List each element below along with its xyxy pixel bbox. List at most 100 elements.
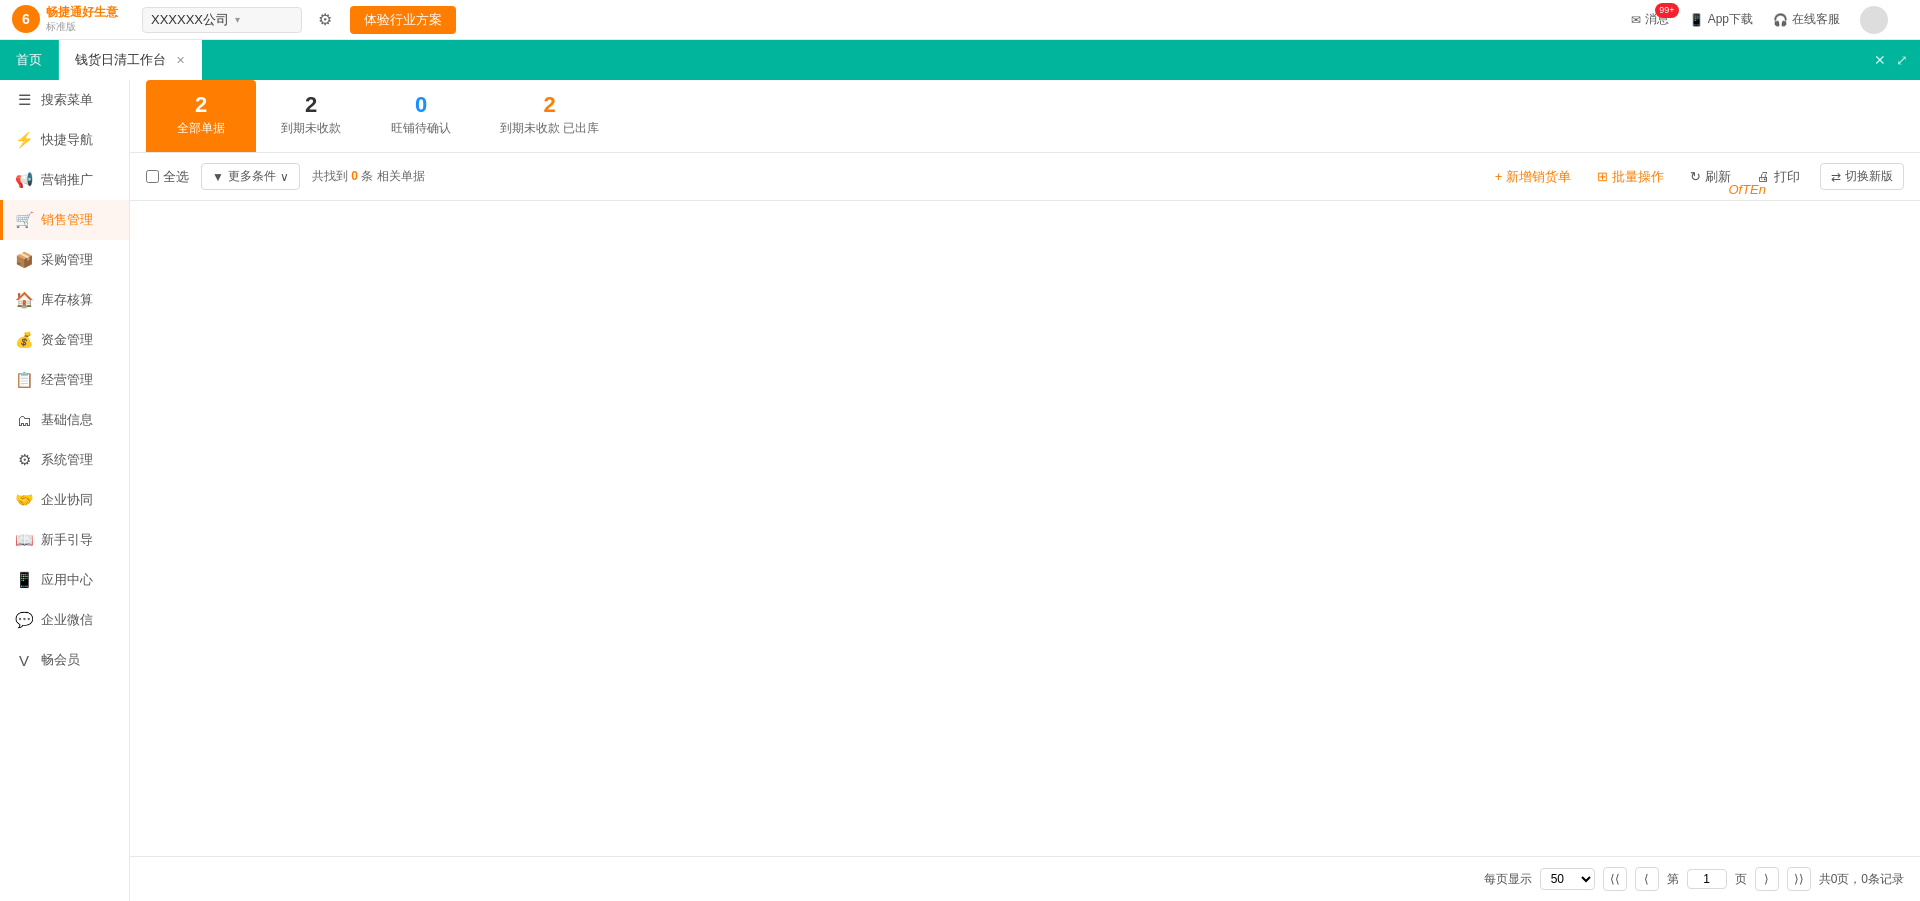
page-last-button[interactable]: ⟩⟩ <box>1787 867 1811 891</box>
logo-text: 畅捷通好生意 <box>46 5 118 19</box>
purchase-icon: 📦 <box>15 251 33 269</box>
sidebar-label-sales: 销售管理 <box>41 211 93 229</box>
sidebar-label-wechat: 企业微信 <box>41 611 93 629</box>
add-sale-button[interactable]: + 新增销货单 <box>1489 164 1577 190</box>
tab-home[interactable]: 首页 <box>0 40 59 80</box>
collab-icon: 🤝 <box>15 491 33 509</box>
page-suffix: 页 <box>1735 871 1747 888</box>
found-count: 0 <box>351 169 358 183</box>
toolbar-right: + 新增销货单 ⊞ 批量操作 ↻ 刷新 🖨 打印 ⇄ 切换新版 <box>1489 163 1904 190</box>
sidebar-item-appcenter[interactable]: 📱 应用中心 <box>0 560 129 600</box>
stats-tab-all[interactable]: 2 全部单据 <box>146 80 256 152</box>
found-text: 共找到 0 条 相关单据 <box>312 168 425 185</box>
avatar[interactable] <box>1860 6 1888 34</box>
pagination: 每页显示 50 20 100 ⟨⟨ ⟨ 第 页 ⟩ ⟩⟩ 共0页，0条记录 <box>130 856 1920 901</box>
top-header: 6 畅捷通好生意 标准版 XXXXXX公司 ▾ ⚙ 体验行业方案 ✉ 消息 99… <box>0 0 1920 40</box>
headset-icon: 🎧 <box>1773 13 1788 27</box>
sidebar-item-basic[interactable]: 🗂 基础信息 <box>0 400 129 440</box>
sidebar-item-sales[interactable]: 🛒 销售管理 <box>0 200 129 240</box>
nav-tabs-right: ✕ ⤢ <box>1874 40 1920 80</box>
select-all-input[interactable] <box>146 170 159 183</box>
tab-close-icon[interactable]: ✕ <box>176 54 185 67</box>
window-close-icon[interactable]: ✕ <box>1874 52 1886 68</box>
stats-tab-overdue[interactable]: 2 到期未收款 <box>256 80 366 152</box>
logo-icon: 6 <box>12 5 40 33</box>
stats-label-overdue-shipped: 到期未收款 已出库 <box>500 120 599 137</box>
marketing-icon: 📢 <box>15 171 33 189</box>
app-download-button[interactable]: 📱 App下载 <box>1689 11 1753 28</box>
window-expand-icon[interactable]: ⤢ <box>1896 52 1908 68</box>
sidebar-item-vip[interactable]: V 畅会员 <box>0 640 129 680</box>
table-area <box>130 201 1920 856</box>
page-prev-button[interactable]: ⟨ <box>1635 867 1659 891</box>
sidebar-item-collab[interactable]: 🤝 企业协同 <box>0 480 129 520</box>
sidebar-item-wechat[interactable]: 💬 企业微信 <box>0 600 129 640</box>
experience-button[interactable]: 体验行业方案 <box>350 6 456 34</box>
chevron-down-icon: ▾ <box>235 14 240 25</box>
total-label: 共0页，0条记录 <box>1819 871 1904 888</box>
app-download-icon: 📱 <box>1689 13 1704 27</box>
operation-icon: 📋 <box>15 371 33 389</box>
company-selector[interactable]: XXXXXX公司 ▾ <box>142 7 302 33</box>
message-button[interactable]: ✉ 消息 99+ <box>1631 11 1669 28</box>
sidebar-item-finance[interactable]: 💰 资金管理 <box>0 320 129 360</box>
sidebar-item-guide[interactable]: 📖 新手引导 <box>0 520 129 560</box>
sidebar-label-appcenter: 应用中心 <box>41 571 93 589</box>
sidebar-item-quicknav[interactable]: ⚡ 快捷导航 <box>0 120 129 160</box>
switch-version-button[interactable]: ⇄ 切换新版 <box>1820 163 1904 190</box>
quicknav-icon: ⚡ <box>15 131 33 149</box>
home-tab-label: 首页 <box>16 51 42 69</box>
per-page-label: 每页显示 <box>1484 871 1532 888</box>
sidebar-label-purchase: 采购管理 <box>41 251 93 269</box>
per-page-select[interactable]: 50 20 100 <box>1540 868 1595 890</box>
main-layout: ☰ 搜索菜单 ⚡ 快捷导航 📢 营销推广 🛒 销售管理 📦 采购管理 🏠 库存核… <box>0 80 1920 901</box>
appcenter-icon: 📱 <box>15 571 33 589</box>
stats-label-wangpu: 旺铺待确认 <box>391 120 451 137</box>
filter-label: 更多条件 <box>228 168 276 185</box>
tab-qianhuoqingwork[interactable]: 钱货日清工作台 ✕ <box>59 40 202 80</box>
refresh-icon: ↻ <box>1690 169 1701 184</box>
sidebar-label-operation: 经营管理 <box>41 371 93 389</box>
basic-icon: 🗂 <box>15 412 33 429</box>
sidebar-item-purchase[interactable]: 📦 采购管理 <box>0 240 129 280</box>
logo-sub: 标准版 <box>46 20 118 34</box>
header-right: ✉ 消息 99+ 📱 App下载 🎧 在线客服 <box>1631 6 1908 34</box>
stats-num-overdue-shipped: 2 <box>544 92 556 118</box>
page-label: 第 <box>1667 871 1679 888</box>
toolbar: 全选 ▼ 更多条件 ∨ 共找到 0 条 相关单据 + 新增销货单 ⊞ 批量操作 <box>130 153 1920 201</box>
sidebar-label-basic: 基础信息 <box>41 411 93 429</box>
work-tab-label: 钱货日清工作台 <box>75 51 166 69</box>
sidebar-item-system[interactable]: ⚙ 系统管理 <box>0 440 129 480</box>
select-all-checkbox[interactable]: 全选 <box>146 168 189 186</box>
system-icon: ⚙ <box>15 451 33 469</box>
sidebar-item-search[interactable]: ☰ 搜索菜单 <box>0 80 129 120</box>
sidebar-label-search: 搜索菜单 <box>41 91 93 109</box>
settings-button[interactable]: ⚙ <box>310 5 340 35</box>
page-first-button[interactable]: ⟨⟨ <box>1603 867 1627 891</box>
finance-icon: 💰 <box>15 331 33 349</box>
sidebar-label-marketing: 营销推广 <box>41 171 93 189</box>
batch-icon: ⊞ <box>1597 169 1608 184</box>
sidebar-label-finance: 资金管理 <box>41 331 93 349</box>
page-next-button[interactable]: ⟩ <box>1755 867 1779 891</box>
sidebar-item-operation[interactable]: 📋 经营管理 <box>0 360 129 400</box>
sidebar-item-marketing[interactable]: 📢 营销推广 <box>0 160 129 200</box>
online-service-button[interactable]: 🎧 在线客服 <box>1773 11 1840 28</box>
filter-button[interactable]: ▼ 更多条件 ∨ <box>201 163 300 190</box>
stats-num-overdue: 2 <box>305 92 317 118</box>
sidebar: ☰ 搜索菜单 ⚡ 快捷导航 📢 营销推广 🛒 销售管理 📦 采购管理 🏠 库存核… <box>0 80 130 901</box>
logo-area: 6 畅捷通好生意 标准版 <box>12 5 142 33</box>
stats-label-overdue: 到期未收款 <box>281 120 341 137</box>
content-area: 2 全部单据 2 到期未收款 0 旺铺待确认 2 到期未收款 已出库 全选 <box>130 80 1920 901</box>
stats-tab-wangpu[interactable]: 0 旺铺待确认 <box>366 80 476 152</box>
page-input[interactable] <box>1687 869 1727 889</box>
sidebar-label-collab: 企业协同 <box>41 491 93 509</box>
batch-button[interactable]: ⊞ 批量操作 <box>1591 164 1670 190</box>
sidebar-label-vip: 畅会员 <box>41 651 80 669</box>
sidebar-item-inventory[interactable]: 🏠 库存核算 <box>0 280 129 320</box>
stats-num-wangpu: 0 <box>415 92 427 118</box>
stats-tab-overdue-shipped[interactable]: 2 到期未收款 已出库 <box>476 80 623 152</box>
sidebar-label-quicknav: 快捷导航 <box>41 131 93 149</box>
filter-icon: ▼ <box>212 170 224 184</box>
guide-icon: 📖 <box>15 531 33 549</box>
